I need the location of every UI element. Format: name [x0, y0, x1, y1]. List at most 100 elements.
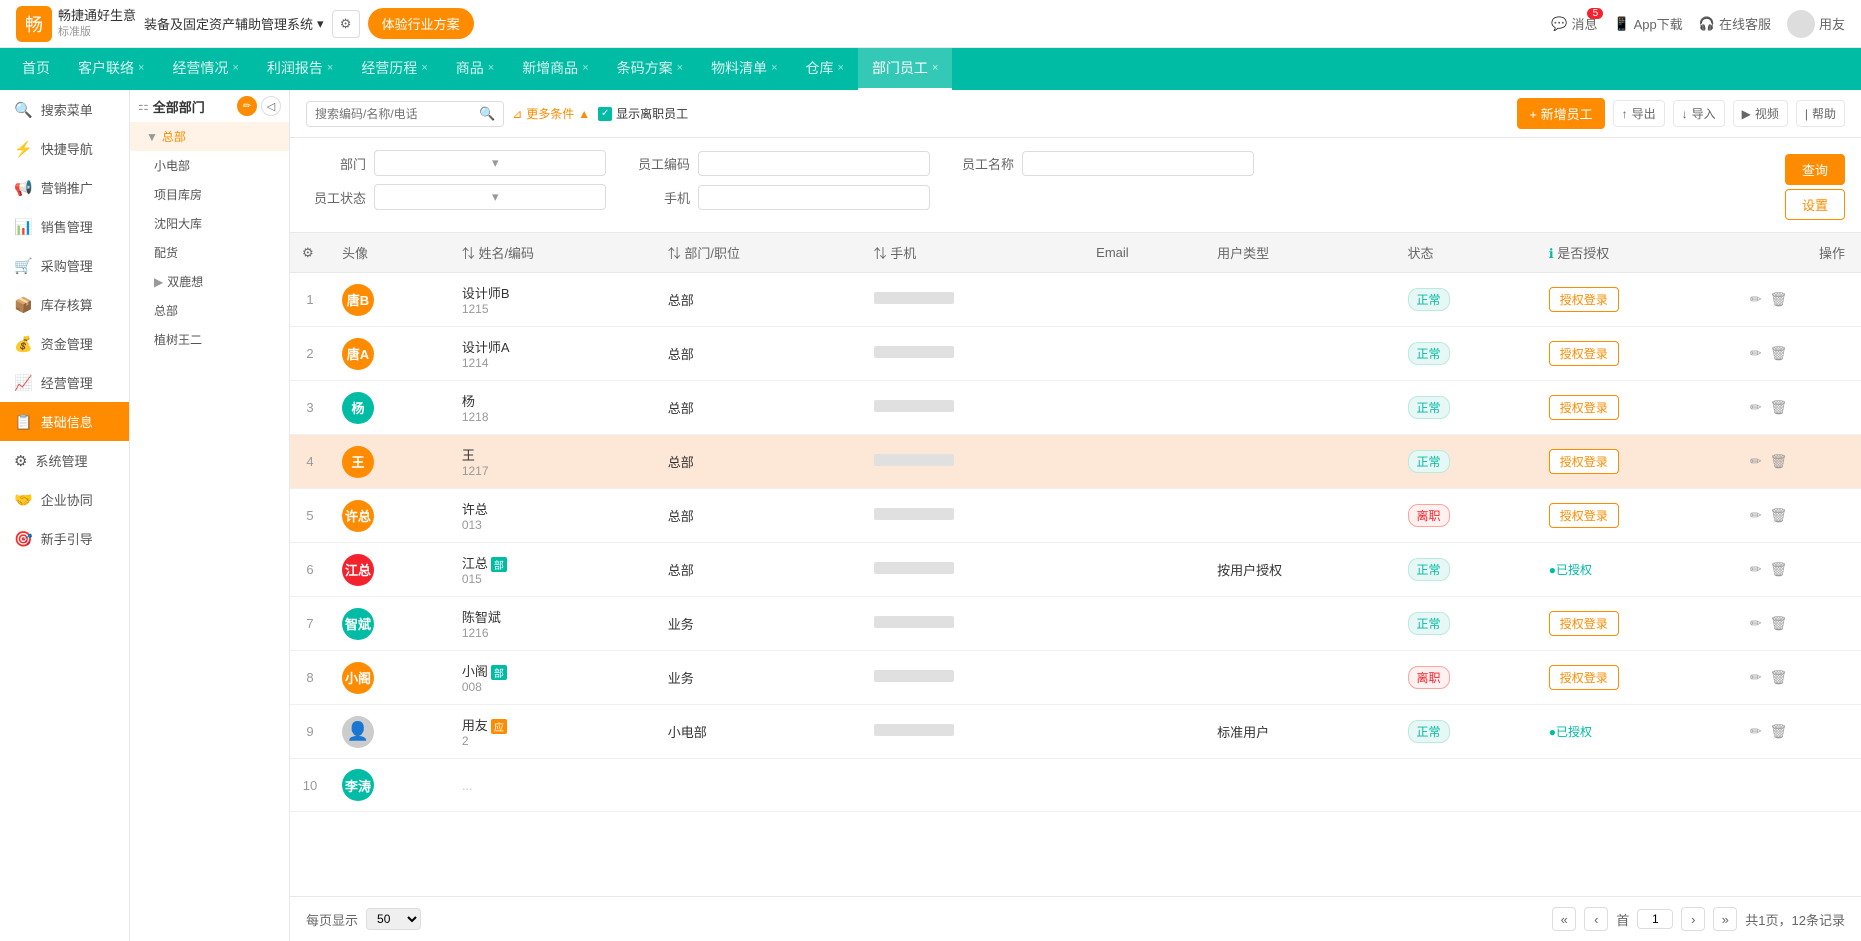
sidebar-item-库存核算[interactable]: 📦库存核算: [0, 285, 129, 324]
online-service-button[interactable]: 🎧 在线客服: [1699, 14, 1771, 33]
tab-close-icon[interactable]: ×: [327, 62, 333, 74]
message-button[interactable]: 💬 消息 5: [1551, 14, 1597, 33]
dept-item-zhishu[interactable]: 植树王二: [138, 325, 289, 354]
user-area[interactable]: 用友: [1787, 10, 1845, 38]
dept-item-xiangmu[interactable]: 项目库房: [138, 180, 289, 209]
edit-icon[interactable]: ✏: [1750, 399, 1762, 416]
sidebar-item-搜索菜单[interactable]: 🔍搜索菜单: [0, 90, 129, 129]
nav-tab-客户联络[interactable]: 客户联络×: [64, 48, 158, 90]
sidebar-item-销售管理[interactable]: 📊销售管理: [0, 207, 129, 246]
auth-button[interactable]: 授权登录: [1549, 287, 1619, 312]
dept-item-zongbu[interactable]: ▼ 总部: [130, 122, 289, 151]
sidebar-item-采购管理[interactable]: 🛒采购管理: [0, 246, 129, 285]
sidebar-item-营销推广[interactable]: 📢营销推广: [0, 168, 129, 207]
dept-collapse-btn[interactable]: ◁: [261, 96, 281, 116]
query-button[interactable]: 查询: [1785, 154, 1845, 185]
trial-button[interactable]: 体验行业方案: [368, 8, 474, 39]
tab-close-icon[interactable]: ×: [582, 62, 588, 74]
add-employee-button[interactable]: + 新增员工: [1517, 98, 1604, 129]
auth-button[interactable]: 授权登录: [1549, 611, 1619, 636]
emp-name-input[interactable]: [1022, 151, 1254, 176]
nav-tab-物料清单[interactable]: 物料清单×: [697, 48, 791, 90]
view-button[interactable]: ▶ 视频: [1733, 100, 1788, 127]
help-button[interactable]: | 帮助: [1796, 100, 1845, 127]
edit-icon[interactable]: ✏: [1750, 615, 1762, 632]
last-page-btn[interactable]: »: [1713, 907, 1737, 931]
export-button[interactable]: ↑ 导出: [1613, 100, 1665, 127]
tab-close-icon[interactable]: ×: [771, 62, 777, 74]
delete-icon[interactable]: 🗑: [1770, 453, 1788, 470]
emp-status-select[interactable]: ▾: [374, 184, 606, 210]
tab-close-icon[interactable]: ×: [838, 62, 844, 74]
th-settings[interactable]: ⚙: [290, 233, 330, 273]
dept-filter-select[interactable]: ▾: [374, 150, 606, 176]
search-input[interactable]: [315, 107, 475, 121]
th-phone[interactable]: ⇅ 手机: [862, 233, 1085, 273]
delete-icon[interactable]: 🗑: [1770, 345, 1788, 362]
nav-tab-商品[interactable]: 商品×: [442, 48, 508, 90]
tab-close-icon[interactable]: ×: [488, 62, 494, 74]
edit-icon[interactable]: ✏: [1750, 291, 1762, 308]
nav-tab-首页[interactable]: 首页: [8, 48, 64, 90]
tab-close-icon[interactable]: ×: [421, 62, 427, 74]
page-size-select[interactable]: 50 20 100: [366, 908, 421, 930]
auth-button[interactable]: 授权登录: [1549, 395, 1619, 420]
dept-item-shenyang[interactable]: 沈阳大库: [138, 209, 289, 238]
dept-item-shuanglu[interactable]: ▶ 双鹿想: [138, 267, 289, 296]
sidebar-item-系统管理[interactable]: ⚙系统管理: [0, 441, 129, 480]
delete-icon[interactable]: 🗑: [1770, 507, 1788, 524]
sidebar-item-企业协同[interactable]: 🤝企业协同: [0, 480, 129, 519]
th-name-code[interactable]: ⇅ 姓名/编码: [450, 233, 656, 273]
tab-close-icon[interactable]: ×: [932, 62, 938, 74]
app-download-button[interactable]: 📱 App下载: [1613, 14, 1682, 33]
th-dept-pos[interactable]: ⇅ 部门/职位: [656, 233, 862, 273]
sidebar-item-资金管理[interactable]: 💰资金管理: [0, 324, 129, 363]
tab-close-icon[interactable]: ×: [138, 62, 144, 74]
delete-icon[interactable]: 🗑: [1770, 291, 1788, 308]
auth-button[interactable]: 授权登录: [1549, 665, 1619, 690]
tab-close-icon[interactable]: ×: [232, 62, 238, 74]
auth-button[interactable]: 授权登录: [1549, 503, 1619, 528]
set-button[interactable]: 设置: [1785, 189, 1845, 220]
delete-icon[interactable]: 🗑: [1770, 561, 1788, 578]
nav-tab-经营历程[interactable]: 经营历程×: [347, 48, 441, 90]
first-page-btn[interactable]: «: [1552, 907, 1576, 931]
dept-item-zongbu2[interactable]: 总部: [138, 296, 289, 325]
sidebar-item-新手引导[interactable]: 🎯新手引导: [0, 519, 129, 558]
gear-button[interactable]: ⚙: [332, 10, 360, 38]
edit-icon[interactable]: ✏: [1750, 453, 1762, 470]
dept-edit-btn[interactable]: ✏: [237, 96, 257, 116]
nav-tab-经营情况[interactable]: 经营情况×: [158, 48, 252, 90]
prev-page-btn[interactable]: ‹: [1584, 907, 1608, 931]
dept-item-xiaodibu[interactable]: 小电部: [138, 151, 289, 180]
edit-icon[interactable]: ✏: [1750, 345, 1762, 362]
nav-tab-部门员工[interactable]: 部门员工×: [858, 48, 952, 90]
edit-icon[interactable]: ✏: [1750, 723, 1762, 740]
sidebar-item-基础信息[interactable]: 📋基础信息: [0, 402, 129, 441]
nav-tab-条码方案[interactable]: 条码方案×: [603, 48, 697, 90]
sidebar-item-快捷导航[interactable]: ⚡快捷导航: [0, 129, 129, 168]
nav-tab-仓库[interactable]: 仓库×: [792, 48, 858, 90]
auth-button[interactable]: 授权登录: [1549, 449, 1619, 474]
delete-icon[interactable]: 🗑: [1770, 669, 1788, 686]
phone-input[interactable]: [698, 185, 930, 210]
edit-icon[interactable]: ✏: [1750, 507, 1762, 524]
show-resigned-toggle[interactable]: ✓ 显示离职员工: [598, 105, 688, 122]
delete-icon[interactable]: 🗑: [1770, 615, 1788, 632]
dept-item-peihuo[interactable]: 配货: [138, 238, 289, 267]
edit-icon[interactable]: ✏: [1750, 561, 1762, 578]
emp-code-input[interactable]: [698, 151, 930, 176]
delete-icon[interactable]: 🗑: [1770, 723, 1788, 740]
tab-close-icon[interactable]: ×: [677, 62, 683, 74]
more-conditions-btn[interactable]: ⊿ 更多条件 ▲: [512, 105, 590, 122]
page-input[interactable]: [1637, 909, 1673, 929]
edit-icon[interactable]: ✏: [1750, 669, 1762, 686]
system-select[interactable]: 装备及固定资产辅助管理系统 ▾: [144, 14, 324, 33]
delete-icon[interactable]: 🗑: [1770, 399, 1788, 416]
nav-tab-新增商品[interactable]: 新增商品×: [508, 48, 602, 90]
auth-button[interactable]: 授权登录: [1549, 341, 1619, 366]
nav-tab-利润报告[interactable]: 利润报告×: [253, 48, 347, 90]
next-page-btn[interactable]: ›: [1681, 907, 1705, 931]
import-button[interactable]: ↓ 导入: [1673, 100, 1725, 127]
sidebar-item-经营管理[interactable]: 📈经营管理: [0, 363, 129, 402]
